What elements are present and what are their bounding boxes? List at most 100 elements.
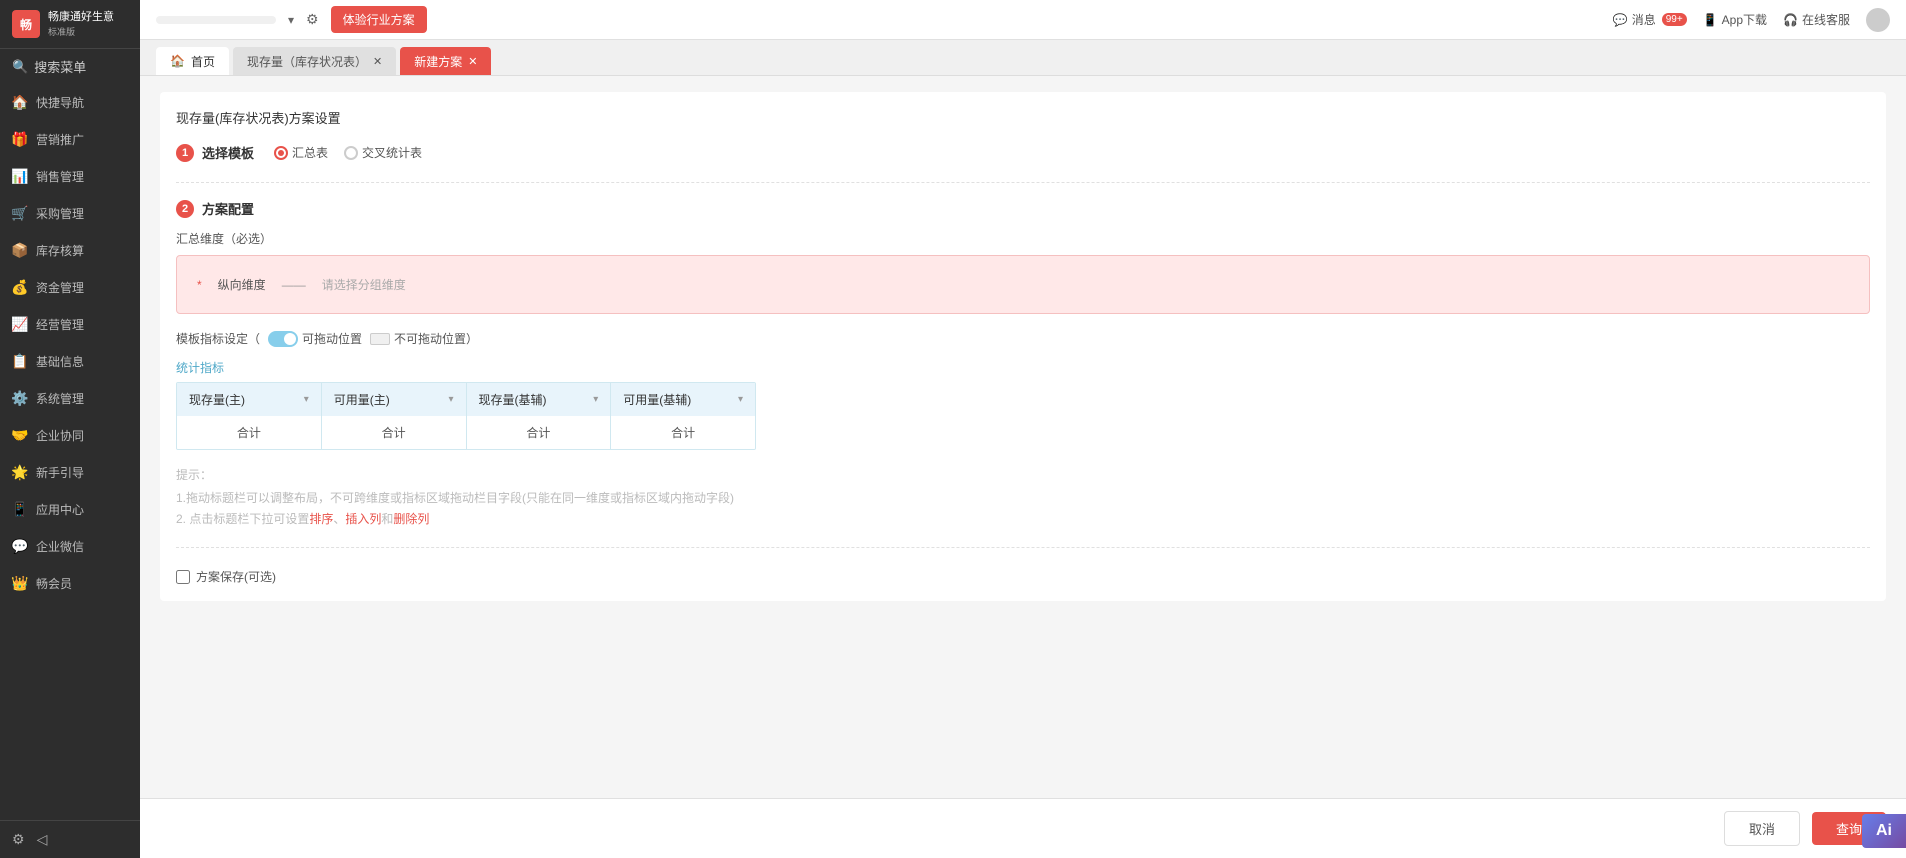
headset-icon: 🎧	[1783, 13, 1798, 27]
basic-info-icon: 📋	[12, 354, 28, 370]
save-label: 方案保存(可选)	[196, 568, 276, 585]
ops-icon: 📈	[12, 317, 28, 333]
radio-summary-dot	[274, 146, 288, 160]
radio-cross[interactable]: 交叉统计表	[344, 144, 422, 161]
step1-header: 1 选择模板 汇总表 交叉统计表	[176, 143, 1870, 162]
sidebar-item-finance[interactable]: 💰 资金管理	[0, 269, 140, 306]
sidebar-item-purchase[interactable]: 🛒 采购管理	[0, 195, 140, 232]
radio-summary[interactable]: 汇总表	[274, 144, 328, 161]
draggable-toggle[interactable]: 可拖动位置	[268, 330, 362, 347]
toggle-box[interactable]	[268, 331, 298, 347]
main-panel: 现存量(库存状况表)方案设置 1 选择模板 汇总表 交叉统计表	[160, 92, 1886, 601]
tab-inventory-status[interactable]: 现存量（库存状况表） ✕	[233, 47, 396, 75]
dimension-box: * 纵向维度 —— 请选择分组维度	[176, 255, 1870, 314]
header: ▾ ⚙ 体验行业方案 💬 消息 99+ 📱 App下载 🎧 在线客服	[140, 0, 1906, 40]
col-body-4: 合计	[611, 416, 755, 449]
fixed-color-swatch	[370, 333, 390, 345]
online-service-item[interactable]: 🎧 在线客服	[1783, 11, 1850, 28]
sidebar-logo: 畅 畅康通好生意 标准版	[0, 0, 140, 49]
sidebar-item-ops[interactable]: 📈 经营管理	[0, 306, 140, 343]
tip-highlight-insert: 插入列	[345, 512, 381, 526]
toggle-knob	[284, 333, 296, 345]
enterprise-wechat-icon: 💬	[12, 539, 28, 555]
step2-label: 方案配置	[202, 199, 254, 218]
user-avatar[interactable]	[1866, 8, 1890, 32]
home-icon: 🏠	[170, 54, 185, 68]
header-dropdown[interactable]: ▾	[288, 13, 294, 27]
content-area: 现存量(库存状况表)方案设置 1 选择模板 汇总表 交叉统计表	[140, 76, 1906, 798]
save-checkbox[interactable]	[176, 570, 190, 584]
sidebar-item-enterprise-wechat[interactable]: 💬 企业微信	[0, 528, 140, 565]
header-search[interactable]	[156, 16, 276, 24]
sidebar-item-enterprise[interactable]: 🤝 企业协同	[0, 417, 140, 454]
finance-icon: 💰	[12, 280, 28, 296]
step2-badge: 2	[176, 200, 194, 218]
main-area: ▾ ⚙ 体验行业方案 💬 消息 99+ 📱 App下载 🎧 在线客服 🏠	[140, 0, 1906, 858]
sidebar-item-sales[interactable]: 📊 销售管理	[0, 158, 140, 195]
draggable-label: 可拖动位置	[302, 330, 362, 347]
col2-dropdown-icon[interactable]: ▾	[448, 394, 453, 405]
logo-icon: 畅	[12, 10, 40, 38]
tab-bar: 🏠 首页 现存量（库存状况表） ✕ 新建方案 ✕	[140, 40, 1906, 76]
sidebar-item-marketing[interactable]: 🎁 营销推广	[0, 121, 140, 158]
header-right: 💬 消息 99+ 📱 App下载 🎧 在线客服	[1613, 8, 1890, 32]
indicator-settings-label: 模板指标设定（	[176, 330, 260, 347]
sidebar: 畅 畅康通好生意 标准版 🔍 搜索菜单 🏠 快捷导航 🎁 营销推广 📊 销售管理…	[0, 0, 140, 858]
tab-new-plan[interactable]: 新建方案 ✕	[400, 47, 491, 75]
sidebar-item-basic-info[interactable]: 📋 基础信息	[0, 343, 140, 380]
inventory-icon: 📦	[12, 243, 28, 259]
col-body-2: 合计	[322, 416, 467, 449]
sidebar-item-app-center[interactable]: 📱 应用中心	[0, 491, 140, 528]
step1-label: 选择模板	[202, 143, 254, 162]
message-item[interactable]: 💬 消息 99+	[1613, 11, 1687, 28]
dimension-placeholder[interactable]: 请选择分组维度	[322, 276, 406, 293]
action-bar: 取消 查询	[140, 798, 1906, 858]
logo-text: 畅康通好生意 标准版	[48, 10, 114, 37]
cancel-button[interactable]: 取消	[1724, 811, 1800, 846]
sidebar-item-beginner[interactable]: 🌟 新手引导	[0, 454, 140, 491]
collapse-button[interactable]: ◁	[37, 831, 48, 848]
col3-dropdown-icon[interactable]: ▾	[593, 394, 598, 405]
sys-mgmt-icon: ⚙️	[12, 391, 28, 407]
trial-button[interactable]: 体验行业方案	[331, 6, 427, 33]
tab-inventory-close-icon[interactable]: ✕	[373, 55, 382, 68]
ai-button[interactable]: Ai	[1862, 814, 1906, 848]
page-title: 现存量(库存状况表)方案设置	[176, 108, 1870, 127]
sidebar-item-membership[interactable]: 👑 畅会员	[0, 565, 140, 602]
tip-highlight-sort: 排序	[309, 512, 333, 526]
message-icon: 💬	[1613, 13, 1628, 27]
step1-section: 1 选择模板 汇总表 交叉统计表	[176, 143, 1870, 162]
tab-new-plan-close-icon[interactable]: ✕	[468, 55, 477, 68]
col1-dropdown-icon[interactable]: ▾	[304, 394, 309, 405]
purchase-icon: 🛒	[12, 206, 28, 222]
sidebar-footer: ⚙ ◁	[0, 820, 140, 858]
marketing-icon: 🎁	[12, 132, 28, 148]
indicator-settings: 模板指标设定（ 可拖动位置 不可拖动位置）	[176, 330, 1870, 347]
save-section: 方案保存(可选)	[176, 568, 1870, 585]
app-download-item[interactable]: 📱 App下载	[1703, 11, 1767, 28]
col-header-1[interactable]: 现存量(主) ▾	[177, 383, 322, 416]
tip-2: 2. 点击标题栏下拉可设置排序、插入列和删除列	[176, 510, 1870, 527]
tips-section: 提示： 1.拖动标题栏可以调整布局，不可跨维度或指标区域拖动栏目字段(只能在同一…	[176, 466, 1870, 527]
tab-home[interactable]: 🏠 首页	[156, 47, 229, 75]
settings-button[interactable]: ⚙	[12, 831, 25, 848]
step2-header: 2 方案配置	[176, 199, 1870, 218]
step1-badge: 1	[176, 144, 194, 162]
header-settings-icon[interactable]: ⚙	[306, 11, 319, 28]
sidebar-item-quick-nav[interactable]: 🏠 快捷导航	[0, 84, 140, 121]
col-header-4[interactable]: 可用量(基辅) ▾	[611, 383, 755, 416]
col-header-2[interactable]: 可用量(主) ▾	[322, 383, 467, 416]
sidebar-item-sys-mgmt[interactable]: ⚙️ 系统管理	[0, 380, 140, 417]
col-body-1: 合计	[177, 416, 322, 449]
sidebar-item-inventory[interactable]: 📦 库存核算	[0, 232, 140, 269]
sidebar-nav: 🏠 快捷导航 🎁 营销推广 📊 销售管理 🛒 采购管理 📦 库存核算 💰 资金管…	[0, 84, 140, 820]
tip-1: 1.拖动标题栏可以调整布局，不可跨维度或指标区域拖动栏目字段(只能在同一维度或指…	[176, 489, 1870, 506]
app-center-icon: 📱	[12, 502, 28, 518]
search-menu[interactable]: 🔍 搜索菜单	[0, 49, 140, 84]
tip-highlight-delete: 删除列	[393, 512, 429, 526]
required-mark: *	[197, 278, 202, 292]
app-download-icon: 📱	[1703, 13, 1718, 27]
col4-dropdown-icon[interactable]: ▾	[738, 394, 743, 405]
dimension-dash: ——	[282, 278, 306, 292]
col-header-3[interactable]: 现存量(基辅) ▾	[467, 383, 612, 416]
